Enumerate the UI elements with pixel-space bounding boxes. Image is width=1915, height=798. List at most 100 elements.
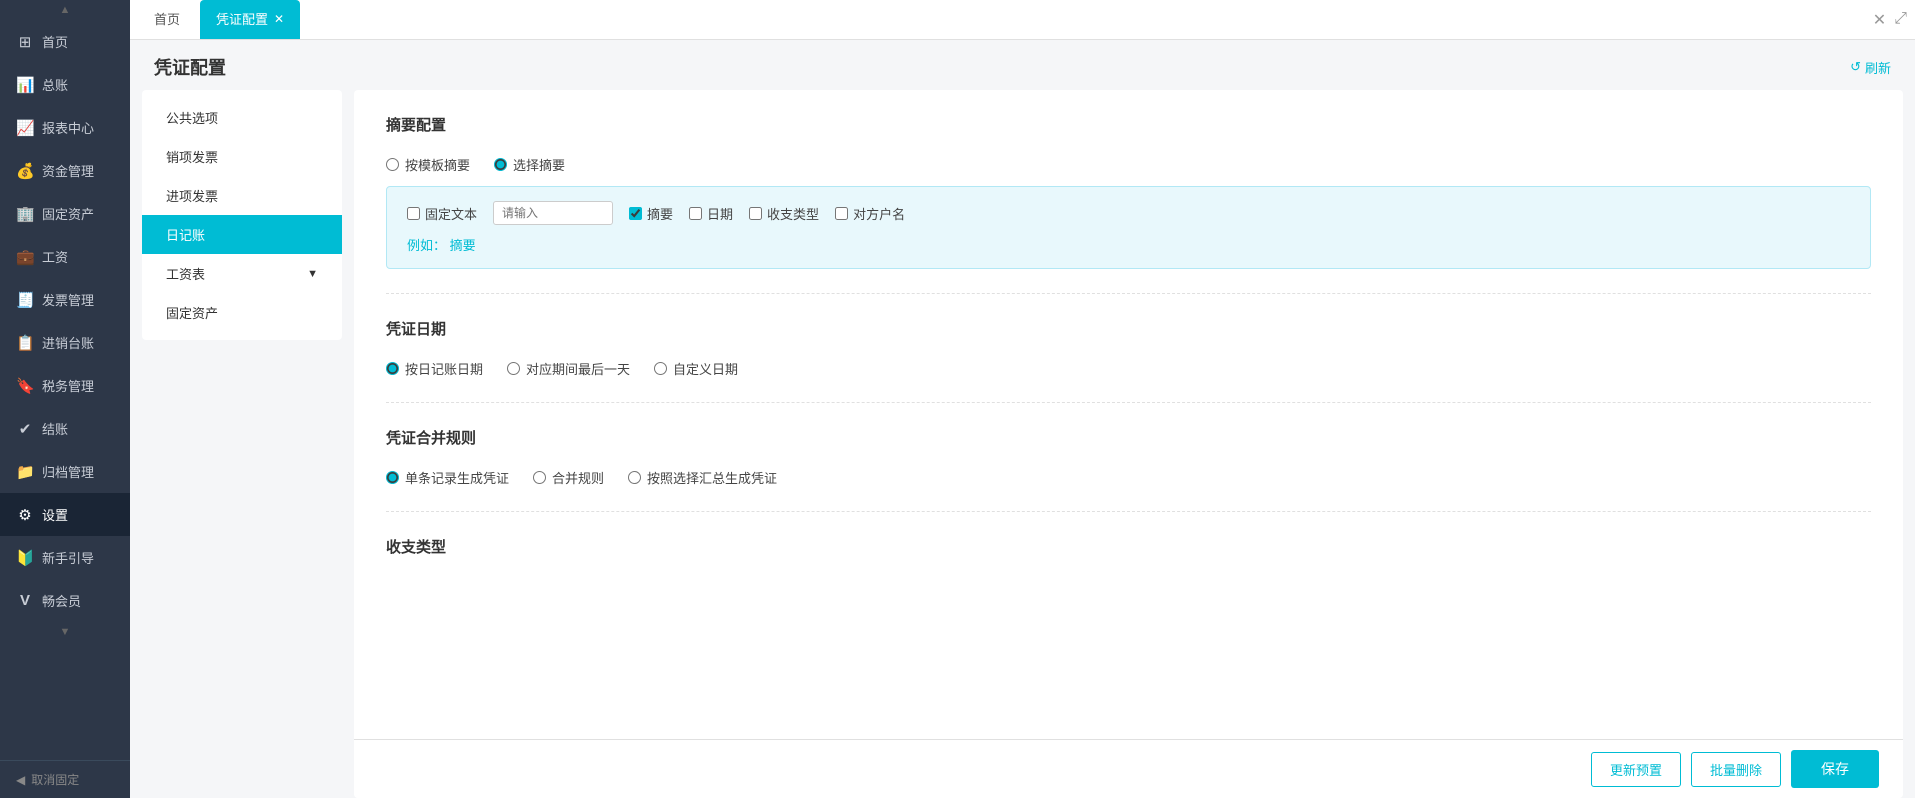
sidebar-pin-toggle[interactable]: ◀ 取消固定 xyxy=(0,760,130,798)
radio-period-last[interactable]: 对应期间最后一天 xyxy=(507,359,630,378)
refresh-icon: ↺ xyxy=(1850,59,1861,75)
checkbox-counterparty[interactable]: 对方户名 xyxy=(835,204,905,223)
summary-example: 例如： 摘要 xyxy=(407,235,1850,254)
radio-journal-date-input[interactable] xyxy=(386,362,399,375)
tab-home[interactable]: 首页 xyxy=(138,0,196,39)
tab-close-icon[interactable]: ✕ xyxy=(274,12,284,26)
reports-icon: 📈 xyxy=(16,119,34,137)
maximize-icon[interactable]: ⤢ xyxy=(1894,10,1907,30)
example-value: 摘要 xyxy=(450,238,476,253)
sidebar-item-label: 报表中心 xyxy=(42,118,94,137)
checkbox-summary-input[interactable] xyxy=(629,207,642,220)
guide-icon: 🔰 xyxy=(16,549,34,567)
left-nav-item-fixed-assets[interactable]: 固定资产 xyxy=(142,293,342,332)
sidebar-item-home[interactable]: ⊞ 首页 xyxy=(0,20,130,63)
checkbox-fixed-text-input[interactable] xyxy=(407,207,420,220)
sidebar-item-settings[interactable]: ⚙ 设置 xyxy=(0,493,130,536)
sidebar-item-settlement[interactable]: ✔ 结账 xyxy=(0,407,130,450)
radio-single-input[interactable] xyxy=(386,471,399,484)
checkbox-date[interactable]: 日期 xyxy=(689,204,733,223)
refresh-button[interactable]: ↺ 刷新 xyxy=(1850,58,1891,77)
checkbox-income-type[interactable]: 收支类型 xyxy=(749,204,819,223)
checkbox-options: 固定文本 摘要 日期 收支类型 xyxy=(407,201,1850,225)
sidebar-item-label: 进销台账 xyxy=(42,333,94,352)
sidebar-item-tax[interactable]: 🔖 税务管理 xyxy=(0,364,130,407)
radio-select-input[interactable] xyxy=(494,158,507,171)
tab-voucher-config[interactable]: 凭证配置 ✕ xyxy=(200,0,300,39)
summary-radio-group: 按模板摘要 选择摘要 xyxy=(386,155,1871,174)
tab-bar: 首页 凭证配置 ✕ ✕ ⤢ xyxy=(130,0,1915,40)
radio-merge-rule[interactable]: 合并规则 xyxy=(533,468,604,487)
fixed-assets-icon: 🏢 xyxy=(16,205,34,223)
pin-icon: ◀ xyxy=(16,773,25,787)
tab-bar-actions: ✕ ⤢ xyxy=(1873,10,1907,30)
save-button[interactable]: 保存 xyxy=(1791,750,1879,788)
sidebar-item-label: 结账 xyxy=(42,419,68,438)
radio-custom-date[interactable]: 自定义日期 xyxy=(654,359,738,378)
left-nav-label: 固定资产 xyxy=(166,303,218,322)
sidebar-item-vip[interactable]: V 畅会员 xyxy=(0,579,130,622)
checkbox-date-input[interactable] xyxy=(689,207,702,220)
tax-icon: 🔖 xyxy=(16,377,34,395)
close-window-icon[interactable]: ✕ xyxy=(1873,10,1886,30)
sidebar-item-invoice-mgmt[interactable]: 🧾 发票管理 xyxy=(0,278,130,321)
refresh-label: 刷新 xyxy=(1865,58,1891,77)
purchase-sales-icon: 📋 xyxy=(16,334,34,352)
radio-select-summary-label: 按照选择汇总生成凭证 xyxy=(647,468,777,487)
sidebar-item-payroll[interactable]: 💼 工资 xyxy=(0,235,130,278)
right-content: 摘要配置 按模板摘要 选择摘要 固定文本 xyxy=(354,90,1903,798)
section-summary: 摘要配置 按模板摘要 选择摘要 固定文本 xyxy=(386,114,1871,294)
radio-single[interactable]: 单条记录生成凭证 xyxy=(386,468,509,487)
left-nav-label: 日记账 xyxy=(166,225,205,244)
sidebar-item-funds[interactable]: 💰 资金管理 xyxy=(0,149,130,192)
left-nav-item-purchase-invoice[interactable]: 进项发票 xyxy=(142,176,342,215)
fixed-text-input[interactable] xyxy=(493,201,613,225)
sidebar-item-label: 发票管理 xyxy=(42,290,94,309)
vip-icon: V xyxy=(16,592,34,609)
radio-single-label: 单条记录生成凭证 xyxy=(405,468,509,487)
radio-journal-date-label: 按日记账日期 xyxy=(405,359,483,378)
radio-select-summary[interactable]: 选择摘要 xyxy=(494,155,565,174)
sidebar-item-label: 资金管理 xyxy=(42,161,94,180)
batch-delete-button[interactable]: 批量删除 xyxy=(1691,752,1781,787)
radio-merge-rule-input[interactable] xyxy=(533,471,546,484)
left-nav-item-payroll-table[interactable]: 工资表 ▼ xyxy=(142,254,342,293)
checkbox-counterparty-label: 对方户名 xyxy=(853,204,905,223)
radio-template-input[interactable] xyxy=(386,158,399,171)
home-icon: ⊞ xyxy=(16,33,34,51)
checkbox-summary[interactable]: 摘要 xyxy=(629,204,673,223)
radio-period-last-input[interactable] xyxy=(507,362,520,375)
merge-radio-group: 单条记录生成凭证 合并规则 按照选择汇总生成凭证 xyxy=(386,468,1871,487)
sidebar-scroll-down[interactable]: ▼ xyxy=(0,622,130,642)
page-title: 凭证配置 xyxy=(154,54,226,80)
payroll-icon: 💼 xyxy=(16,248,34,266)
update-preview-button[interactable]: 更新预置 xyxy=(1591,752,1681,787)
sidebar-item-ledger[interactable]: 📊 总账 xyxy=(0,63,130,106)
checkbox-fixed-text[interactable]: 固定文本 xyxy=(407,204,477,223)
sidebar-item-label: 归档管理 xyxy=(42,462,94,481)
radio-template-summary[interactable]: 按模板摘要 xyxy=(386,155,470,174)
sidebar-item-fixed-assets[interactable]: 🏢 固定资产 xyxy=(0,192,130,235)
radio-select-summary-input[interactable] xyxy=(628,471,641,484)
radio-journal-date[interactable]: 按日记账日期 xyxy=(386,359,483,378)
radio-select-label: 选择摘要 xyxy=(513,155,565,174)
radio-period-last-label: 对应期间最后一天 xyxy=(526,359,630,378)
sidebar-item-reports[interactable]: 📈 报表中心 xyxy=(0,106,130,149)
left-nav-item-public[interactable]: 公共选项 xyxy=(142,98,342,137)
sidebar-item-purchase-sales[interactable]: 📋 进销台账 xyxy=(0,321,130,364)
sidebar-scroll-up[interactable]: ▲ xyxy=(0,0,130,20)
left-nav-item-sales-invoice[interactable]: 销项发票 xyxy=(142,137,342,176)
bottom-action-bar: 更新预置 批量删除 保存 xyxy=(354,739,1903,798)
sidebar-item-archive[interactable]: 📁 归档管理 xyxy=(0,450,130,493)
radio-custom-date-input[interactable] xyxy=(654,362,667,375)
checkbox-income-type-input[interactable] xyxy=(749,207,762,220)
example-prefix: 例如： xyxy=(407,238,446,253)
section-income-type-title: 收支类型 xyxy=(386,536,1871,557)
left-nav-item-journal[interactable]: 日记账 xyxy=(142,215,342,254)
checkbox-counterparty-input[interactable] xyxy=(835,207,848,220)
sidebar-item-guide[interactable]: 🔰 新手引导 xyxy=(0,536,130,579)
checkbox-summary-label: 摘要 xyxy=(647,204,673,223)
checkbox-date-label: 日期 xyxy=(707,204,733,223)
ledger-icon: 📊 xyxy=(16,76,34,94)
radio-select-summary[interactable]: 按照选择汇总生成凭证 xyxy=(628,468,777,487)
